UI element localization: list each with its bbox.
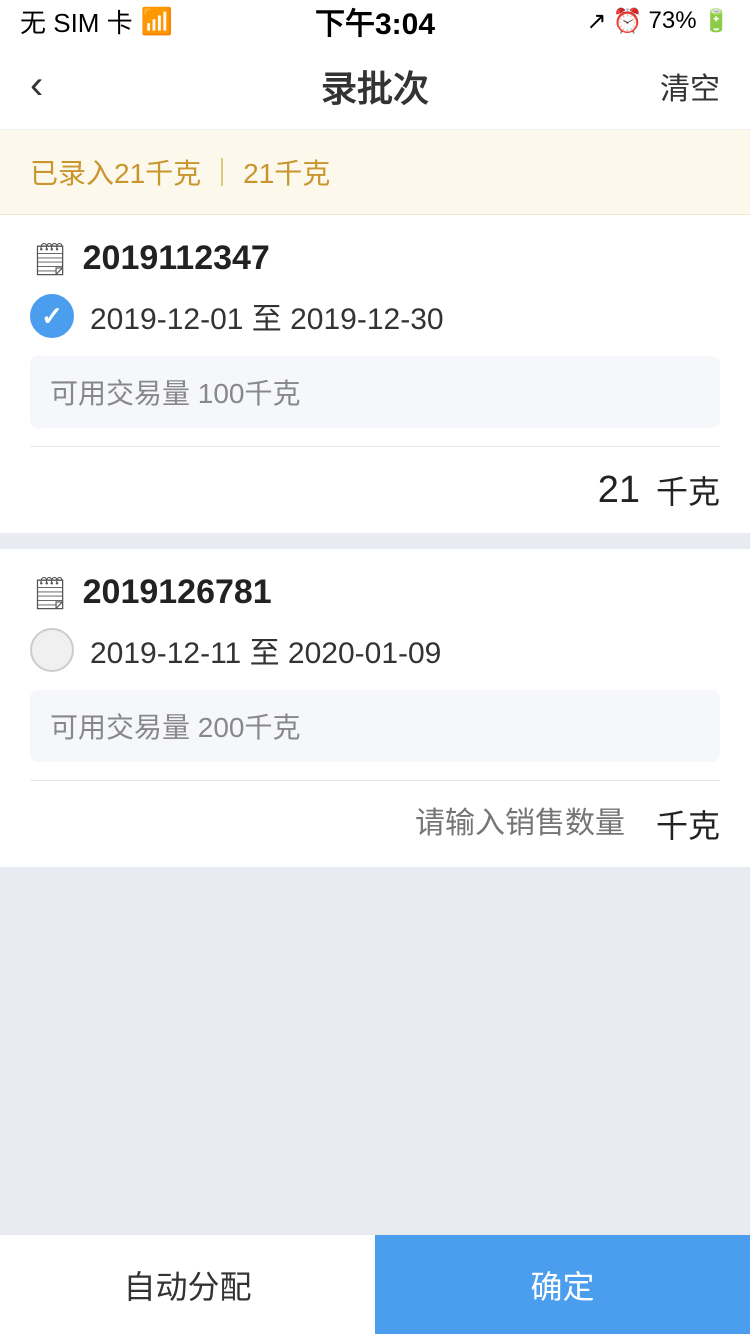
batch-amount-unit-1: 千克: [656, 467, 720, 513]
batch-number-2: 2019126781: [83, 573, 272, 612]
alarm-icon: ⏰: [613, 7, 643, 36]
batch-available-qty-1: 可用交易量 100千克: [50, 378, 301, 409]
status-time: 下午3:04: [315, 0, 435, 43]
back-button[interactable]: ‹: [30, 63, 43, 108]
separator-1: [0, 533, 750, 549]
info-divider: [221, 158, 223, 186]
batch-date-1: 2019-12-01 至 2019-12-30: [90, 294, 444, 338]
batch-input-unit-2: 千克: [656, 801, 720, 847]
gray-spacer: [0, 867, 750, 1267]
batch-number-1: 2019112347: [83, 239, 270, 278]
batch-available-qty-2: 可用交易量 200千克: [50, 712, 301, 743]
batch-qty-box-1: 可用交易量 100千克: [30, 356, 720, 428]
status-left: 无 SIM 卡 📶: [20, 3, 173, 40]
batch-qty-box-2: 可用交易量 200千克: [30, 690, 720, 762]
battery-icon: 🔋: [703, 8, 730, 34]
clear-button[interactable]: 清空: [660, 64, 720, 108]
status-bar: 无 SIM 卡 📶 下午3:04 ↗ ⏰ 73% 🔋: [0, 0, 750, 42]
batch-card-2: 🗒 2019126781 2019-12-11 至 2020-01-09 可用交…: [0, 549, 750, 867]
batch-amount-value-1: 21: [598, 469, 640, 512]
recorded-qty: 已录入21千克: [30, 152, 201, 192]
content-wrapper: 已录入21千克 21千克 🗒 2019112347 2019-12-01 至 2…: [0, 130, 750, 1267]
confirm-button[interactable]: 确定: [375, 1235, 750, 1334]
batch-date-row-2: 2019-12-11 至 2020-01-09: [30, 628, 720, 672]
info-banner: 已录入21千克 21千克: [0, 130, 750, 215]
battery-text: 73%: [649, 7, 697, 35]
batch-qty-input-2[interactable]: [30, 807, 640, 841]
nav-bar: ‹ 录批次 清空: [0, 42, 750, 130]
batch-header-1: 🗒 2019112347: [30, 239, 720, 278]
batch-amount-row-1: 21 千克: [30, 446, 720, 533]
carrier-text: 无 SIM 卡: [20, 3, 133, 40]
location-icon: ↗: [587, 7, 607, 36]
batch-doc-icon-2: 🗒: [30, 574, 71, 612]
total-qty: 21千克: [243, 152, 330, 192]
batch-header-2: 🗒 2019126781: [30, 573, 720, 612]
batch-date-row-1: 2019-12-01 至 2019-12-30: [30, 294, 720, 338]
batch-doc-icon-1: 🗒: [30, 240, 71, 278]
batch-date-2: 2019-12-11 至 2020-01-09: [90, 628, 441, 672]
batch-checkbox-1[interactable]: [30, 294, 74, 338]
batch-card-1: 🗒 2019112347 2019-12-01 至 2019-12-30 可用交…: [0, 215, 750, 533]
bottom-bar: 自动分配 确定: [0, 1234, 750, 1334]
wifi-icon: 📶: [141, 6, 173, 37]
status-right: ↗ ⏰ 73% 🔋: [587, 7, 730, 36]
auto-distribute-button[interactable]: 自动分配: [0, 1235, 375, 1334]
batch-checkbox-2[interactable]: [30, 628, 74, 672]
batch-input-row-2: 千克: [30, 780, 720, 867]
page-title: 录批次: [321, 60, 429, 112]
